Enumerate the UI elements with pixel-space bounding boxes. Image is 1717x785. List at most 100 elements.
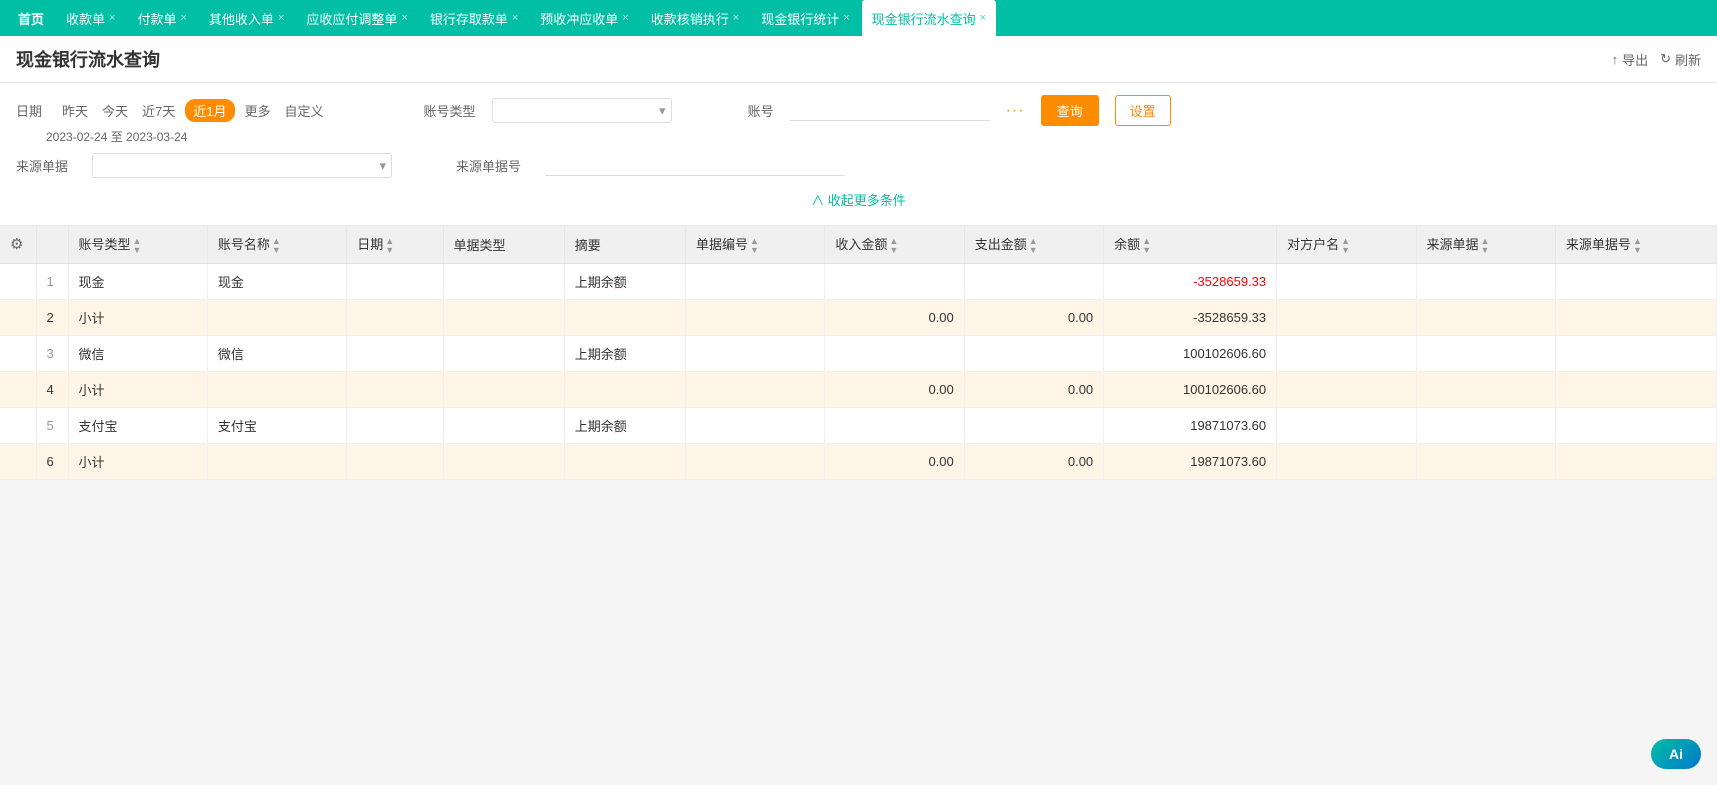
row-income: 0.00 xyxy=(825,371,964,407)
row-income: 0.00 xyxy=(825,443,964,479)
row-account-name: 现金 xyxy=(207,263,346,299)
close-icon[interactable]: × xyxy=(512,12,518,24)
close-icon[interactable]: × xyxy=(109,12,115,24)
nav-item-home[interactable]: 首页 xyxy=(8,0,54,36)
table-area: ⚙ 账号类型▲▼ 账号名称▲▼ 日期▲▼ 单据类型 摘要 单据编号▲▼ xyxy=(0,226,1717,480)
row-date xyxy=(347,299,443,335)
column-account-name[interactable]: 账号名称▲▼ xyxy=(207,226,346,263)
row-income xyxy=(825,335,964,371)
column-account-type[interactable]: 账号类型▲▼ xyxy=(68,226,207,263)
row-counterparty xyxy=(1277,263,1416,299)
row-counterparty xyxy=(1277,371,1416,407)
page-header: 现金银行流水查询 ↑ 导出 ↻ 刷新 xyxy=(0,36,1717,83)
row-summary xyxy=(564,443,685,479)
account-input[interactable] xyxy=(790,101,990,121)
table-row: 3 微信 微信 上期余额 100102606.60 xyxy=(0,335,1717,371)
row-expense: 0.00 xyxy=(964,299,1103,335)
nav-item-cash-bank-flow[interactable]: 现金银行流水查询 × xyxy=(862,0,996,36)
row-index: 4 xyxy=(36,371,68,407)
nav-item-other-income[interactable]: 其他收入单 × xyxy=(199,0,294,36)
nav-item-receipts[interactable]: 收款单 × xyxy=(56,0,125,36)
row-balance: 100102606.60 xyxy=(1104,335,1277,371)
nav-item-pre-collect[interactable]: 预收冲应收单 × xyxy=(530,0,638,36)
nav-item-cash-bank-stat[interactable]: 现金银行统计 × xyxy=(751,0,859,36)
row-source-doc-no xyxy=(1555,335,1716,371)
top-nav: 首页 收款单 × 付款单 × 其他收入单 × 应收应付调整单 × 银行存取款单 … xyxy=(0,0,1717,36)
shortcut-today[interactable]: 今天 xyxy=(98,100,132,121)
row-doc-type xyxy=(443,443,564,479)
shortcut-7days[interactable]: 近7天 xyxy=(138,100,179,121)
row-account-type: 微信 xyxy=(68,335,207,371)
column-balance[interactable]: 余额▲▼ xyxy=(1104,226,1277,263)
row-account-type: 小计 xyxy=(68,371,207,407)
ai-badge[interactable]: Ai xyxy=(1651,739,1701,769)
row-date xyxy=(347,371,443,407)
close-icon[interactable]: × xyxy=(622,12,628,24)
row-gear-cell xyxy=(0,407,36,443)
column-expense[interactable]: 支出金额▲▼ xyxy=(964,226,1103,263)
row-gear-cell xyxy=(0,299,36,335)
table-row: 5 支付宝 支付宝 上期余额 19871073.60 xyxy=(0,407,1717,443)
settings-button[interactable]: 设置 xyxy=(1115,95,1171,126)
account-type-select[interactable] xyxy=(492,98,672,123)
nav-item-payments[interactable]: 付款单 × xyxy=(127,0,196,36)
table-row: 4 小计 0.00 0.00 100102606.60 xyxy=(0,371,1717,407)
refresh-button[interactable]: ↻ 刷新 xyxy=(1660,50,1701,69)
page-title: 现金银行流水查询 xyxy=(16,46,160,72)
column-income[interactable]: 收入金额▲▼ xyxy=(825,226,964,263)
column-date[interactable]: 日期▲▼ xyxy=(347,226,443,263)
row-counterparty xyxy=(1277,299,1416,335)
column-doc-no[interactable]: 单据编号▲▼ xyxy=(686,226,825,263)
row-doc-type xyxy=(443,299,564,335)
source-doc-select[interactable] xyxy=(92,153,392,178)
row-doc-no xyxy=(686,263,825,299)
source-doc-label: 来源单据 xyxy=(16,156,68,175)
column-counterparty[interactable]: 对方户名▲▼ xyxy=(1277,226,1416,263)
row-income xyxy=(825,407,964,443)
source-doc-no-input[interactable] xyxy=(545,156,845,176)
shortcut-1month[interactable]: 近1月 xyxy=(185,99,234,122)
row-date xyxy=(347,335,443,371)
row-account-name: 支付宝 xyxy=(207,407,346,443)
close-icon[interactable]: × xyxy=(278,12,284,24)
close-icon[interactable]: × xyxy=(843,12,849,24)
column-index xyxy=(36,226,68,263)
nav-item-ar-ap-adjust[interactable]: 应收应付调整单 × xyxy=(296,0,417,36)
row-balance: 19871073.60 xyxy=(1104,407,1277,443)
row-date xyxy=(347,443,443,479)
shortcut-more[interactable]: 更多 xyxy=(241,100,275,121)
close-icon[interactable]: × xyxy=(733,12,739,24)
row-income xyxy=(825,263,964,299)
row-doc-type xyxy=(443,263,564,299)
filter-area: 日期 昨天 今天 近7天 近1月 更多 自定义 账号类型 ▾ 账号 xyxy=(0,83,1717,226)
row-summary xyxy=(564,299,685,335)
filter-row-source: 来源单据 ▾ 来源单据号 xyxy=(16,153,1701,178)
close-icon[interactable]: × xyxy=(980,12,986,24)
close-icon[interactable]: × xyxy=(401,12,407,24)
gear-icon[interactable]: ⚙ xyxy=(10,236,23,253)
dots-button[interactable]: ··· xyxy=(1006,102,1025,120)
column-source-doc[interactable]: 来源单据▲▼ xyxy=(1416,226,1555,263)
shortcut-custom[interactable]: 自定义 xyxy=(281,100,328,121)
column-source-doc-no[interactable]: 来源单据号▲▼ xyxy=(1555,226,1716,263)
row-doc-type xyxy=(443,407,564,443)
row-summary: 上期余额 xyxy=(564,335,685,371)
row-account-name: 微信 xyxy=(207,335,346,371)
source-doc-no-label: 来源单据号 xyxy=(456,156,521,175)
close-icon[interactable]: × xyxy=(180,12,186,24)
row-account-name xyxy=(207,371,346,407)
shortcut-yesterday[interactable]: 昨天 xyxy=(58,100,92,121)
row-doc-no xyxy=(686,407,825,443)
nav-item-bank-deposit[interactable]: 银行存取款单 × xyxy=(420,0,528,36)
row-doc-no xyxy=(686,443,825,479)
nav-item-receipt-verify[interactable]: 收款核销执行 × xyxy=(641,0,749,36)
row-account-type: 现金 xyxy=(68,263,207,299)
row-account-name xyxy=(207,299,346,335)
collapse-bar[interactable]: ∧ 收起更多条件 xyxy=(16,186,1701,213)
row-doc-no xyxy=(686,371,825,407)
query-button[interactable]: 查询 xyxy=(1041,95,1099,126)
filter-row-date: 日期 昨天 今天 近7天 近1月 更多 自定义 账号类型 ▾ 账号 xyxy=(16,95,1701,126)
account-label: 账号 xyxy=(748,101,774,120)
export-button[interactable]: ↑ 导出 xyxy=(1612,50,1649,69)
table-row: 6 小计 0.00 0.00 19871073.60 xyxy=(0,443,1717,479)
